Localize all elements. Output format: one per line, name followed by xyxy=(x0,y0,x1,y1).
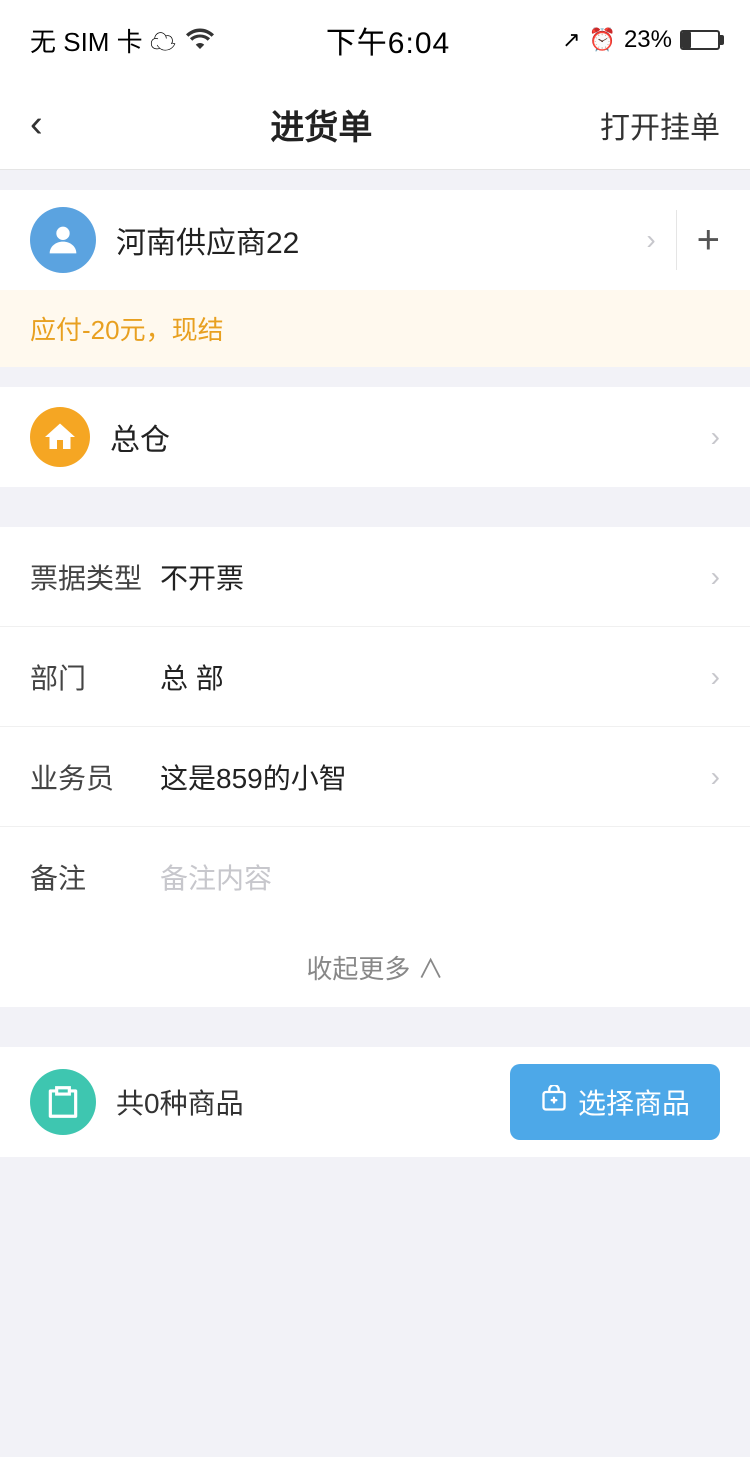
invoice-type-value: 不开票 xyxy=(160,557,711,597)
warehouse-icon xyxy=(30,407,90,467)
department-value: 总 部 xyxy=(160,657,711,697)
remark-label: 备注 xyxy=(30,857,160,897)
form-section: 票据类型 不开票 › 部门 总 部 › 业务员 这是859的小智 › 备注 备注… xyxy=(0,527,750,927)
salesperson-value: 这是859的小智 xyxy=(160,757,711,797)
warehouse-row[interactable]: 总仓 › xyxy=(0,387,750,487)
invoice-type-label: 票据类型 xyxy=(30,557,160,597)
select-product-label: 选择商品 xyxy=(578,1082,690,1122)
supplier-chevron-icon: › xyxy=(646,224,655,256)
gap-1 xyxy=(0,170,750,190)
salesperson-label: 业务员 xyxy=(30,757,160,797)
nav-bar: ‹ 进货单 打开挂单 xyxy=(0,80,750,170)
bottom-bar: 共0种商品 选择商品 xyxy=(0,1047,750,1157)
battery-icon xyxy=(680,30,720,50)
gap-3 xyxy=(0,487,750,507)
supplier-divider xyxy=(676,210,677,270)
status-right: ↗ ⏰ 23% xyxy=(562,26,720,54)
status-time: 下午6:04 xyxy=(326,18,450,62)
status-left: 无 SIM 卡 ☁ xyxy=(30,22,214,59)
notice-banner: 应付-20元，现结 xyxy=(0,290,750,367)
supplier-section: 河南供应商22 › + xyxy=(0,190,750,290)
salesperson-chevron-icon: › xyxy=(711,761,720,793)
remark-row[interactable]: 备注 备注内容 xyxy=(0,827,750,927)
sim-label: 无 SIM 卡 ☁ xyxy=(30,22,176,59)
select-product-icon xyxy=(540,1085,568,1120)
invoice-type-chevron-icon: › xyxy=(711,561,720,593)
alarm-icon: ⏰ xyxy=(589,27,616,53)
back-button[interactable]: ‹ xyxy=(30,103,43,146)
content-area: 河南供应商22 › + 应付-20元，现结 总仓 › 票据类型 不开票 › 部门 xyxy=(0,170,750,1457)
location-icon: ↗ xyxy=(562,27,580,53)
page-title: 进货单 xyxy=(270,100,372,149)
supplier-avatar xyxy=(30,207,96,273)
select-product-button[interactable]: 选择商品 xyxy=(510,1064,720,1140)
status-bar: 无 SIM 卡 ☁ 下午6:04 ↗ ⏰ 23% xyxy=(0,0,750,80)
open-pending-button[interactable]: 打开挂单 xyxy=(600,103,720,147)
gap-2 xyxy=(0,367,750,387)
warehouse-chevron-icon: › xyxy=(711,421,720,453)
notice-text: 应付-20元，现结 xyxy=(30,315,224,345)
invoice-type-row[interactable]: 票据类型 不开票 › xyxy=(0,527,750,627)
battery-percent: 23% xyxy=(624,26,672,54)
remark-input[interactable]: 备注内容 xyxy=(160,857,720,897)
wifi-icon xyxy=(186,25,214,56)
gap-4 xyxy=(0,1007,750,1027)
department-row[interactable]: 部门 总 部 › xyxy=(0,627,750,727)
supplier-name: 河南供应商22 xyxy=(116,218,646,262)
product-icon xyxy=(30,1069,96,1135)
add-supplier-button[interactable]: + xyxy=(697,218,720,263)
product-count-label: 共0种商品 xyxy=(116,1082,510,1122)
collapse-button[interactable]: 收起更多 ∧ xyxy=(0,927,750,1007)
warehouse-name: 总仓 xyxy=(110,415,711,459)
department-chevron-icon: › xyxy=(711,661,720,693)
salesperson-row[interactable]: 业务员 这是859的小智 › xyxy=(0,727,750,827)
collapse-label: 收起更多 ∧ xyxy=(306,949,443,986)
remaining-background xyxy=(0,1157,750,1457)
department-label: 部门 xyxy=(30,657,160,697)
supplier-row[interactable]: 河南供应商22 › + xyxy=(30,190,720,290)
